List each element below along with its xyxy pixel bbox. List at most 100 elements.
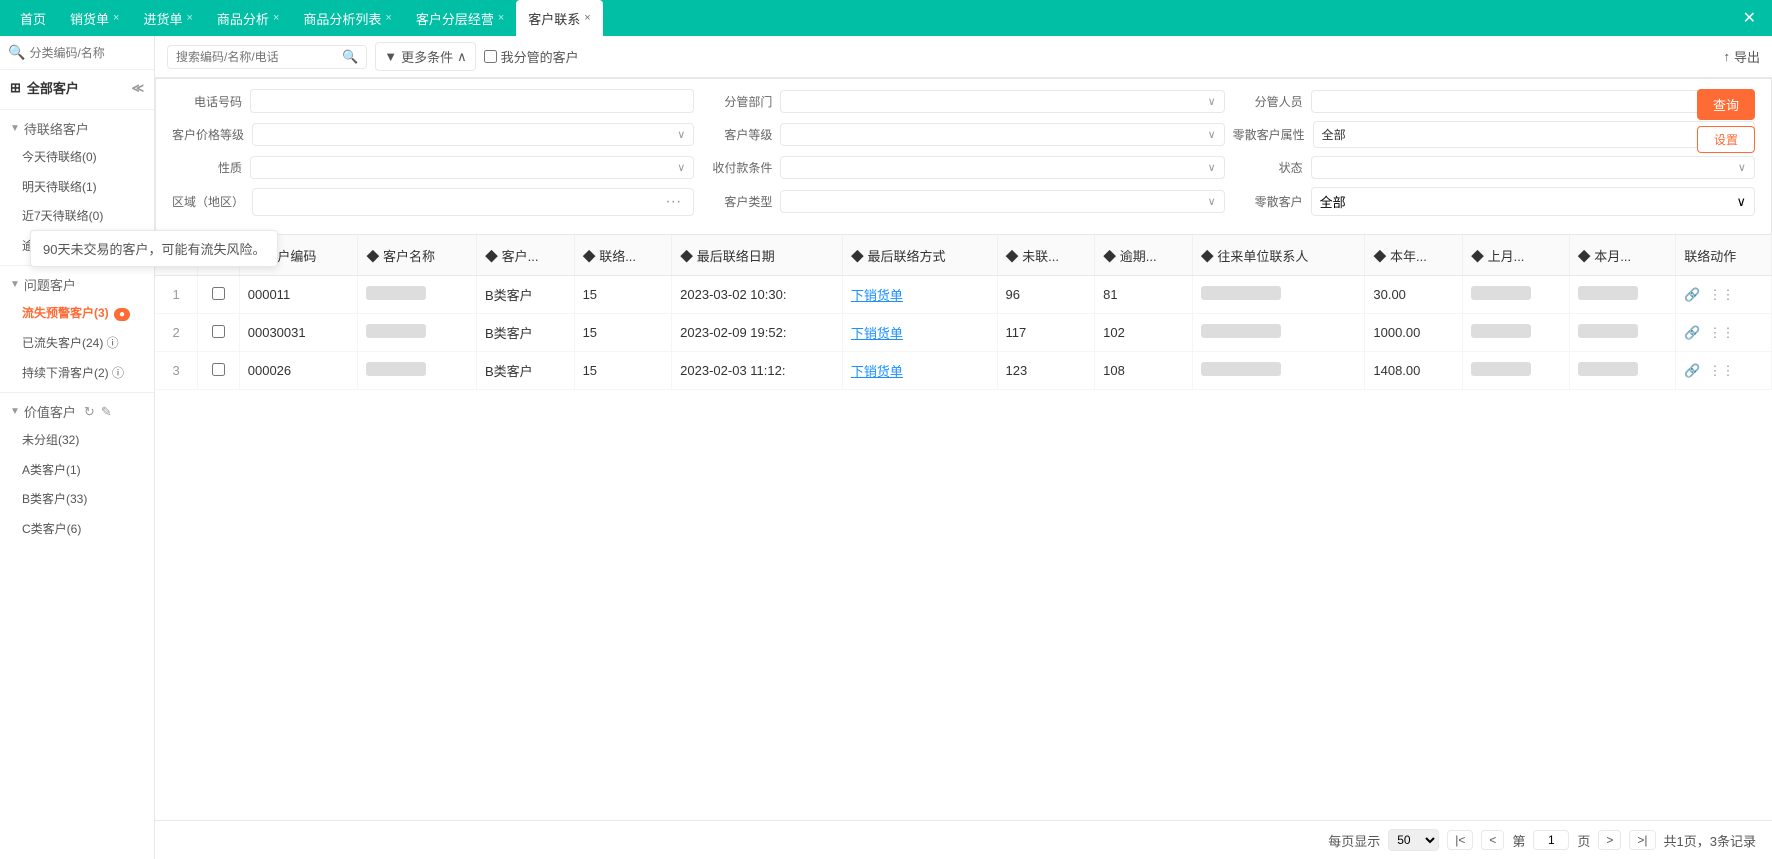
all-customers-section[interactable]: ⊞ 全部客户 ≪ <box>0 70 154 105</box>
price-grade-select[interactable]: ∨ <box>252 123 694 146</box>
all-customers-label: 全部客户 <box>27 78 79 97</box>
th-name-label: ◆ 客户名称 <box>366 249 435 264</box>
tab-customer-layer[interactable]: 客户分层经营 × <box>404 0 516 36</box>
th-name: ◆ 客户名称 <box>358 235 477 276</box>
customer-grade-label: 客户等级 <box>702 126 772 143</box>
collapse-icon[interactable]: ≪ <box>131 81 144 95</box>
refresh-icon[interactable]: ↻ <box>84 404 95 420</box>
status-select[interactable]: ∨ <box>1311 156 1755 179</box>
phone-input[interactable] <box>250 89 694 113</box>
content-area: 🔍 ▼ 更多条件 ∧ 我分管的客户 ↑ 导出 电话号码 <box>155 36 1772 859</box>
th-overdue-days: ◆ 逾期... <box>1095 235 1193 276</box>
tab-sales-order[interactable]: 销货单 × <box>58 0 131 36</box>
action-more-icon[interactable]: ⋮⋮ <box>1708 325 1734 341</box>
my-customers-checkbox-label[interactable]: 我分管的客户 <box>484 47 579 66</box>
dept-select[interactable]: ∨ <box>780 90 1224 113</box>
row-last-contact-method-2[interactable]: 下销货单 <box>842 352 997 390</box>
triangle-down-icon: ▼ <box>10 123 20 134</box>
action-more-icon[interactable]: ⋮⋮ <box>1708 363 1734 379</box>
retail-attr-label: 零散客户属性 <box>1233 126 1305 143</box>
filter-action-buttons: 查询 设置 <box>1697 89 1755 153</box>
filter-field-payment: 收付款条件 ∨ <box>702 156 1224 179</box>
customer-grade-select[interactable]: ∨ <box>780 123 1224 146</box>
region-select[interactable]: ··· <box>252 188 694 216</box>
dept-chevron-icon: ∨ <box>1208 95 1216 108</box>
payment-label: 收付款条件 <box>702 159 772 176</box>
row-actions-2[interactable]: 🔗 ⋮⋮ <box>1676 352 1772 390</box>
filter-field-price-grade: 客户价格等级 ∨ <box>172 123 694 146</box>
current-page-input[interactable] <box>1533 830 1569 850</box>
tab-customer-contact[interactable]: 客户联系 × <box>516 0 602 36</box>
tab-product-analysis-list[interactable]: 商品分析列表 × <box>291 0 403 36</box>
settings-button[interactable]: 设置 <box>1697 126 1755 153</box>
row-name-1 <box>358 314 477 352</box>
row-checkbox-1[interactable] <box>198 314 240 352</box>
filter-field-customer-type: 客户类型 ∨ <box>702 190 1224 213</box>
sidebar-search-input[interactable] <box>29 46 155 60</box>
filter-bar: 🔍 ▼ 更多条件 ∧ 我分管的客户 ↑ 导出 <box>155 36 1772 78</box>
sidebar-item-class-a[interactable]: A类客户(1) <box>0 456 154 486</box>
my-customers-checkbox[interactable] <box>484 50 497 63</box>
row-last-contact-method-0[interactable]: 下销货单 <box>842 276 997 314</box>
group-problem-customers[interactable]: ▼ 问题客户 <box>0 270 154 299</box>
retail-customer-select[interactable]: 全部 ∨ <box>1311 187 1755 216</box>
total-label: 共1页，3条记录 <box>1664 831 1756 850</box>
row-overdue-days-2: 108 <box>1095 352 1193 390</box>
tab-purchase-order[interactable]: 进货单 × <box>131 0 204 36</box>
main-search-input[interactable] <box>176 50 336 64</box>
tab-product-analysis[interactable]: 商品分析 × <box>205 0 291 36</box>
first-page-btn[interactable]: |< <box>1447 830 1473 850</box>
sidebar-item-week-contact[interactable]: 近7天待联络(0) <box>0 202 154 232</box>
home-tab[interactable]: 首页 <box>8 9 58 28</box>
th-contact: ◆ 联络... <box>574 235 672 276</box>
retail-attr-select[interactable]: 全部 ∨ <box>1313 121 1755 148</box>
action-more-icon[interactable]: ⋮⋮ <box>1708 287 1734 303</box>
row-actions-1[interactable]: 🔗 ⋮⋮ <box>1676 314 1772 352</box>
divider-1 <box>0 109 154 110</box>
person-select[interactable]: ∨ <box>1311 90 1723 113</box>
row-last-contact-method-1[interactable]: 下销货单 <box>842 314 997 352</box>
more-conditions-btn[interactable]: ▼ 更多条件 ∧ <box>375 42 475 71</box>
export-btn[interactable]: ↑ 导出 <box>1723 47 1760 66</box>
row-actions-0[interactable]: 🔗 ⋮⋮ <box>1676 276 1772 314</box>
edit-icon[interactable]: ✎ <box>101 404 112 420</box>
region-more-dots[interactable]: ··· <box>661 193 685 211</box>
group-pending-contact[interactable]: ▼ 待联络客户 <box>0 114 154 143</box>
action-link-icon[interactable]: 🔗 <box>1684 363 1700 379</box>
row-checkbox-0[interactable] <box>198 276 240 314</box>
group-value-customers[interactable]: ▼ 价值客户 ↻ ✎ <box>0 397 154 426</box>
query-button[interactable]: 查询 <box>1697 89 1755 120</box>
close-sales-order-icon[interactable]: × <box>113 12 119 24</box>
close-customer-contact-icon[interactable]: × <box>584 12 590 24</box>
action-link-icon[interactable]: 🔗 <box>1684 287 1700 303</box>
sidebar-item-class-c[interactable]: C类客户(6) <box>0 515 154 545</box>
sidebar-item-declining[interactable]: 持续下滑客户(2) ⓘ <box>0 359 154 389</box>
customer-type-select[interactable]: ∨ <box>780 190 1224 213</box>
close-product-analysis-icon[interactable]: × <box>273 12 279 24</box>
page-size-select[interactable]: 50 100 <box>1388 829 1439 851</box>
sidebar-item-class-b[interactable]: B类客户(33) <box>0 485 154 515</box>
action-link-icon[interactable]: 🔗 <box>1684 325 1700 341</box>
close-all-icon[interactable]: ✕ <box>1735 8 1764 28</box>
top-nav: 首页 销货单 × 进货单 × 商品分析 × 商品分析列表 × 客户分层经营 × … <box>0 0 1772 36</box>
close-customer-layer-icon[interactable]: × <box>498 12 504 24</box>
main-search-icon[interactable]: 🔍 <box>342 49 358 65</box>
row-checkbox-2[interactable] <box>198 352 240 390</box>
last-page-btn[interactable]: >| <box>1629 830 1655 850</box>
nature-select[interactable]: ∨ <box>250 156 694 179</box>
sidebar-item-ungrouped[interactable]: 未分组(32) <box>0 426 154 456</box>
sidebar-search-box[interactable]: 🔍 <box>0 36 154 70</box>
row-current-month-0 <box>1569 276 1676 314</box>
sidebar-item-tomorrow-contact[interactable]: 明天待联络(1) <box>0 173 154 203</box>
sidebar-item-churned[interactable]: 已流失客户(24) ⓘ <box>0 329 154 359</box>
row-contact-person-0 <box>1192 276 1365 314</box>
sidebar-item-churn-warning[interactable]: 流失预警客户(3) ● <box>0 299 154 329</box>
table-row: 3 000026 B类客户 15 2023-02-03 11:12: 下销货单 … <box>155 352 1772 390</box>
payment-select[interactable]: ∨ <box>780 156 1224 179</box>
prev-page-btn[interactable]: < <box>1481 830 1504 850</box>
sidebar-item-today-contact[interactable]: 今天待联络(0) <box>0 143 154 173</box>
main-search-box[interactable]: 🔍 <box>167 45 367 69</box>
next-page-btn[interactable]: > <box>1598 830 1621 850</box>
close-purchase-order-icon[interactable]: × <box>186 12 192 24</box>
close-product-analysis-list-icon[interactable]: × <box>385 12 391 24</box>
